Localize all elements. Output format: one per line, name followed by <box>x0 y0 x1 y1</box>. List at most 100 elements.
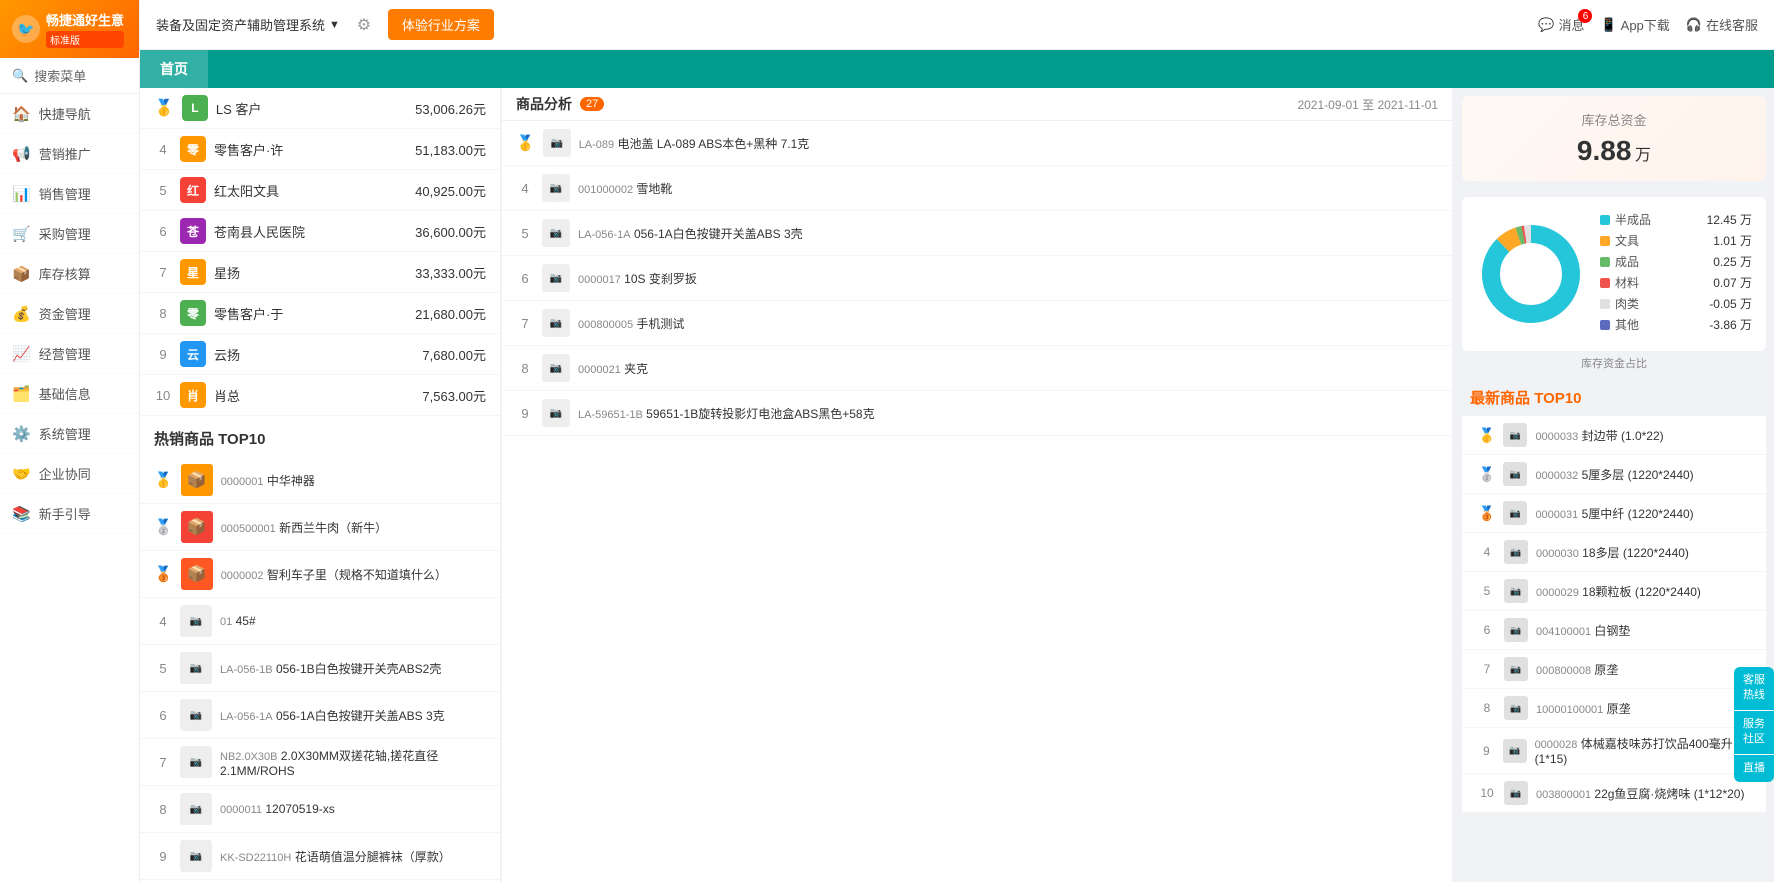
product-code: 003800001 <box>1536 789 1591 801</box>
new-product-item: 5 📷 0000029 18颗粒板 (1220*2440) <box>1462 572 1766 611</box>
customer-avatar: 零 <box>180 136 206 162</box>
new-products-list: 🥇 📷 0000033 封边带 (1.0*22) 🥈 📷 0000032 5厘多… <box>1462 416 1766 813</box>
system-selector[interactable]: 装备及固定资产辅助管理系统 ▼ <box>156 15 340 34</box>
rank-number: 5 <box>154 661 172 676</box>
product-code: 0000028 <box>1535 739 1578 751</box>
rank-number: 10 <box>154 388 172 403</box>
medal-icon: 🥇 <box>516 134 535 152</box>
product-code: 01 <box>220 616 232 628</box>
product-info: 0000021 夹克 <box>578 360 1438 377</box>
panel-left: 🥇 L LS 客户 53,006.26元 4 零 零售客户·许 51,183.0… <box>140 88 500 882</box>
rank-number: 8 <box>1478 701 1496 715</box>
legend-value: -0.05 万 <box>1709 295 1752 312</box>
rank-number: 7 <box>154 265 172 280</box>
customer-rank-item: 4 零 零售客户·许 51,183.00元 <box>140 129 500 170</box>
sidebar-item-shortcuts[interactable]: 🏠 快捷导航 <box>0 94 139 134</box>
product-info: 000800008 原垄 <box>1536 661 1618 678</box>
settings-button[interactable]: ⚙ <box>350 11 378 39</box>
mid-header: 商品分析 27 2021-09-01 至 2021-11-01 <box>502 88 1452 121</box>
product-thumbnail: 📷 <box>1504 618 1528 642</box>
product-thumbnail: 📷 <box>180 605 212 637</box>
product-info: NB2.0X30B 2.0X30MM双搓花轴,搓花直径2.1MM/ROHS <box>220 747 486 778</box>
mid-products-list: 🥇 📷 LA-089 电池盖 LA-089 ABS本色+黑种 7.1克 4 📷 … <box>502 121 1452 882</box>
product-thumbnail: 📷 <box>1504 579 1528 603</box>
system-icon: ⚙️ <box>12 425 31 443</box>
sidebar-item-guide[interactable]: 📚 新手引导 <box>0 494 139 534</box>
sidebar-logo: 🐦 畅捷通好生意 标准版 <box>0 0 139 58</box>
new-product-item: 6 📷 004100001 白钢垫 <box>1462 611 1766 650</box>
phone-icon: 📱 <box>1600 17 1616 33</box>
date-range: 2021-09-01 至 2021-11-01 <box>1297 96 1438 113</box>
app-download-button[interactable]: 📱 App下载 <box>1600 15 1669 34</box>
search-menu-button[interactable]: 🔍 搜索菜单 <box>0 58 139 94</box>
customer-name: 星扬 <box>214 263 407 282</box>
basics-icon: 🗂️ <box>12 385 31 403</box>
product-info: LA-59651-1B 59651-1B旋转投影灯电池盒ABS黑色+58克 <box>578 405 1438 422</box>
mid-product-item: 5 📷 LA-056-1A 056-1A白色按键开关盖ABS 3壳 <box>502 211 1452 256</box>
product-name: 056-1B白色按键开关壳ABS2壳 <box>276 662 441 676</box>
product-name: 花语萌值温分腿裤袜（厚款） <box>295 850 451 864</box>
sidebar-item-operations[interactable]: 📈 经营管理 <box>0 334 139 374</box>
customer-ranking-list: 🥇 L LS 客户 53,006.26元 4 零 零售客户·许 51,183.0… <box>140 88 500 416</box>
product-thumbnail: 📷 <box>542 309 570 337</box>
sidebar-item-inventory[interactable]: 📦 库存核算 <box>0 254 139 294</box>
legend-value: 0.07 万 <box>1713 274 1752 291</box>
service-community-button[interactable]: 服务 社区 <box>1734 711 1774 754</box>
sidebar-item-enterprise[interactable]: 🤝 企业协同 <box>0 454 139 494</box>
product-info: 10000100001 原垄 <box>1536 700 1631 717</box>
sidebar-item-marketing[interactable]: 📢 营销推广 <box>0 134 139 174</box>
product-info: 003800001 22g鱼豆腐·烧烤味 (1*12*20) <box>1536 785 1744 802</box>
product-code: LA-056-1A <box>220 711 273 723</box>
panel-right: 库存总资金 9.88 万 <box>1454 88 1774 882</box>
mid-section-title: 商品分析 <box>516 94 572 114</box>
donut-chart <box>1476 219 1586 329</box>
sidebar-item-purchase[interactable]: 🛒 采购管理 <box>0 214 139 254</box>
hot-products-section-title: 热销商品 TOP10 <box>140 416 500 457</box>
customer-amount: 33,333.00元 <box>415 263 486 282</box>
legend-category-name: 文具 <box>1615 232 1713 249</box>
sidebar-item-basics[interactable]: 🗂️ 基础信息 <box>0 374 139 414</box>
tab-home[interactable]: 首页 <box>140 50 208 88</box>
hot-product-item: 4 📷 01 45# <box>140 598 500 645</box>
service-hotline-button[interactable]: 客服 热线 <box>1734 667 1774 710</box>
rank-number: 6 <box>516 271 534 286</box>
sidebar-item-finance[interactable]: 💰 资金管理 <box>0 294 139 334</box>
logo-badge: 标准版 <box>46 31 124 48</box>
rank-number: 4 <box>516 181 534 196</box>
rank-number: 10 <box>1478 786 1496 800</box>
product-code: 000500001 <box>221 523 276 535</box>
chart-legend: 半成品 12.45 万 文具 1.01 万 成品 0.25 万 材料 0.07 … <box>1586 211 1752 337</box>
product-thumbnail: 📷 <box>180 746 212 778</box>
online-service-button[interactable]: 🎧 在线客服 <box>1686 15 1758 34</box>
system-name: 装备及固定资产辅助管理系统 <box>156 15 325 34</box>
rank-number: 6 <box>154 224 172 239</box>
sidebar-item-system[interactable]: ⚙️ 系统管理 <box>0 414 139 454</box>
customer-name: 肖总 <box>214 386 414 405</box>
logo-text: 畅捷通好生意 标准版 <box>46 10 124 48</box>
purchase-icon: 🛒 <box>12 225 31 243</box>
customer-amount: 40,925.00元 <box>415 181 486 200</box>
search-icon: 🔍 <box>12 68 28 84</box>
live-button[interactable]: 直播 <box>1734 755 1774 782</box>
customer-avatar: 肖 <box>180 382 206 408</box>
legend-item: 半成品 12.45 万 <box>1600 211 1752 228</box>
trial-button[interactable]: 体验行业方案 <box>388 9 494 40</box>
legend-category-name: 肉类 <box>1615 295 1709 312</box>
notifications-button[interactable]: 💬 消息 6 <box>1538 15 1584 34</box>
sidebar-item-sales[interactable]: 📊 销售管理 <box>0 174 139 214</box>
new-products-title: 最新商品 TOP10 <box>1462 379 1766 416</box>
product-thumbnail: 📷 <box>1504 696 1528 720</box>
product-name: 封边带 (1.0*22) <box>1582 429 1664 443</box>
logo-icon: 🐦 <box>12 15 40 43</box>
legend-item: 成品 0.25 万 <box>1600 253 1752 270</box>
product-code: 000800008 <box>1536 665 1591 677</box>
inventory-icon: 📦 <box>12 265 31 283</box>
product-info: 0000030 18多层 (1220*2440) <box>1536 544 1689 561</box>
product-thumbnail: 📷 <box>542 174 570 202</box>
customer-rank-item: 6 苍 苍南县人民医院 36,600.00元 <box>140 211 500 252</box>
customer-amount: 36,600.00元 <box>415 222 486 241</box>
customer-name: LS 客户 <box>216 99 407 118</box>
product-code: 0000021 <box>578 364 621 376</box>
product-info: 0000029 18颗粒板 (1220*2440) <box>1536 583 1701 600</box>
rank-number: 9 <box>1478 744 1495 758</box>
